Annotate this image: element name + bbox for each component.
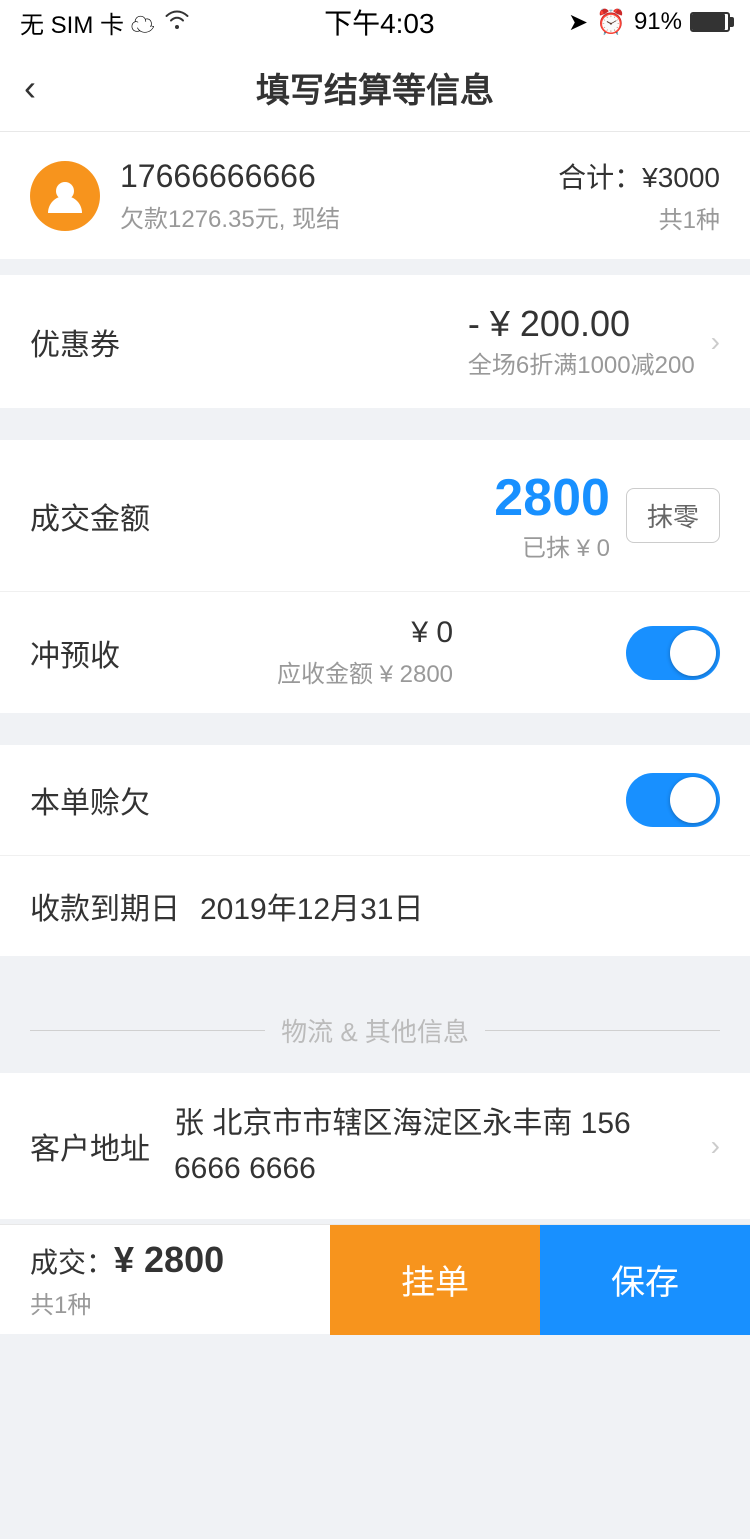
summary-label: 成交： — [30, 1247, 114, 1278]
amount-right: 2800 已抹 ¥ 0 抹零 — [494, 468, 720, 563]
section-divider-3 — [0, 972, 750, 988]
status-left: 无 SIM 卡 ☁ — [20, 5, 191, 40]
address-content: 张 北京市市辖区海淀区永丰南 156 6666 6666 — [174, 1101, 699, 1191]
status-time: 下午4:03 — [324, 2, 435, 42]
prereceipt-amount: ¥ 0 — [411, 616, 453, 650]
prereceipt-toggle[interactable] — [626, 626, 720, 680]
duedate-row: 收款到期日 2019年12月31日 — [0, 856, 750, 956]
location-icon: ➤ — [568, 8, 588, 37]
hang-button[interactable]: 挂单 — [330, 1225, 540, 1335]
discount-section: 优惠券 - ¥ 200.00 全场6折满1000减200 › — [0, 275, 750, 408]
back-button[interactable]: ‹ — [24, 67, 36, 109]
battery-percent: 91% — [634, 8, 682, 36]
already-zeroed: 已抹 ¥ 0 — [494, 528, 610, 563]
amount-value: 2800 — [494, 468, 610, 528]
discount-row[interactable]: 优惠券 - ¥ 200.00 全场6折满1000减200 › — [0, 275, 750, 408]
total-count: 共1种 — [558, 200, 720, 235]
address-row[interactable]: 客户地址 张 北京市市辖区海淀区永丰南 156 6666 6666 › — [0, 1073, 750, 1219]
section-divider-1 — [0, 424, 750, 440]
customer-phone: 17666666666 — [120, 158, 340, 195]
save-button[interactable]: 保存 — [540, 1225, 750, 1335]
battery-icon — [690, 12, 730, 32]
alarm-icon: ⏰ — [596, 8, 626, 37]
wifi-icon — [163, 8, 191, 37]
debt-label: 本单赊欠 — [30, 778, 150, 822]
nav-bar: ‹ 填写结算等信息 — [0, 44, 750, 132]
amount-col: 2800 已抹 ¥ 0 — [494, 468, 610, 563]
debt-row: 本单赊欠 — [0, 745, 750, 856]
bottom-bar: 成交：¥ 2800 共1种 挂单 保存 — [0, 1224, 750, 1334]
prereceipt-row: 冲预收 ¥ 0 应收金额 ¥ 2800 — [0, 592, 750, 713]
prereceipt-right: ¥ 0 应收金额 ¥ 2800 — [277, 616, 453, 689]
round-zero-button[interactable]: 抹零 — [626, 488, 720, 543]
bottom-summary: 成交：¥ 2800 共1种 — [0, 1239, 330, 1320]
debt-toggle-knob — [670, 777, 716, 823]
logistics-line-right — [485, 1030, 720, 1031]
discount-right: - ¥ 200.00 全场6折满1000减200 › — [468, 303, 720, 380]
prereceipt-label: 冲预收 — [30, 631, 120, 675]
discount-sub: 全场6折满1000减200 — [468, 345, 695, 380]
toggle-knob — [670, 630, 716, 676]
customer-right: 合计：¥3000 共1种 — [558, 156, 720, 235]
logistics-line-left — [30, 1030, 265, 1031]
discount-value: - ¥ 200.00 — [468, 303, 695, 345]
avatar — [30, 161, 100, 231]
total-amount: 合计：¥3000 — [558, 156, 720, 196]
status-right: ➤ ⏰ 91% — [568, 8, 730, 37]
customer-left: 17666666666 欠款1276.35元, 现结 — [30, 158, 340, 234]
bottom-summary-line1: 成交：¥ 2800 — [30, 1239, 300, 1281]
discount-value-block: - ¥ 200.00 全场6折满1000减200 — [468, 303, 695, 380]
prereceipt-sub: 应收金额 ¥ 2800 — [277, 654, 453, 689]
chevron-right-icon: › — [711, 326, 720, 358]
summary-amount: ¥ 2800 — [114, 1239, 224, 1280]
amount-row: 成交金额 2800 已抹 ¥ 0 抹零 — [0, 440, 750, 592]
customer-info: 17666666666 欠款1276.35元, 现结 — [120, 158, 340, 234]
logistics-text: 物流 & 其他信息 — [281, 1012, 469, 1049]
duedate-label: 收款到期日 — [30, 884, 180, 928]
address-label: 客户地址 — [30, 1124, 150, 1168]
no-sim-label: 无 SIM 卡 ☁ — [20, 5, 155, 40]
status-bar: 无 SIM 卡 ☁ 下午4:03 ➤ ⏰ 91% — [0, 0, 750, 44]
amount-label: 成交金额 — [30, 494, 150, 538]
customer-card: 17666666666 欠款1276.35元, 现结 合计：¥3000 共1种 — [0, 132, 750, 259]
debt-toggle[interactable] — [626, 773, 720, 827]
user-avatar-icon — [44, 175, 86, 217]
discount-label: 优惠券 — [30, 320, 120, 364]
section-divider-2 — [0, 729, 750, 745]
debt-section: 本单赊欠 收款到期日 2019年12月31日 — [0, 745, 750, 956]
logistics-divider: 物流 & 其他信息 — [0, 988, 750, 1073]
customer-debt: 欠款1276.35元, 现结 — [120, 199, 340, 234]
duedate-value: 2019年12月31日 — [200, 884, 423, 928]
amount-section: 成交金额 2800 已抹 ¥ 0 抹零 冲预收 ¥ 0 应收金额 ¥ 2800 — [0, 440, 750, 713]
bottom-summary-count: 共1种 — [30, 1285, 300, 1320]
address-chevron-icon: › — [711, 1130, 720, 1162]
page-title: 填写结算等信息 — [256, 63, 494, 112]
